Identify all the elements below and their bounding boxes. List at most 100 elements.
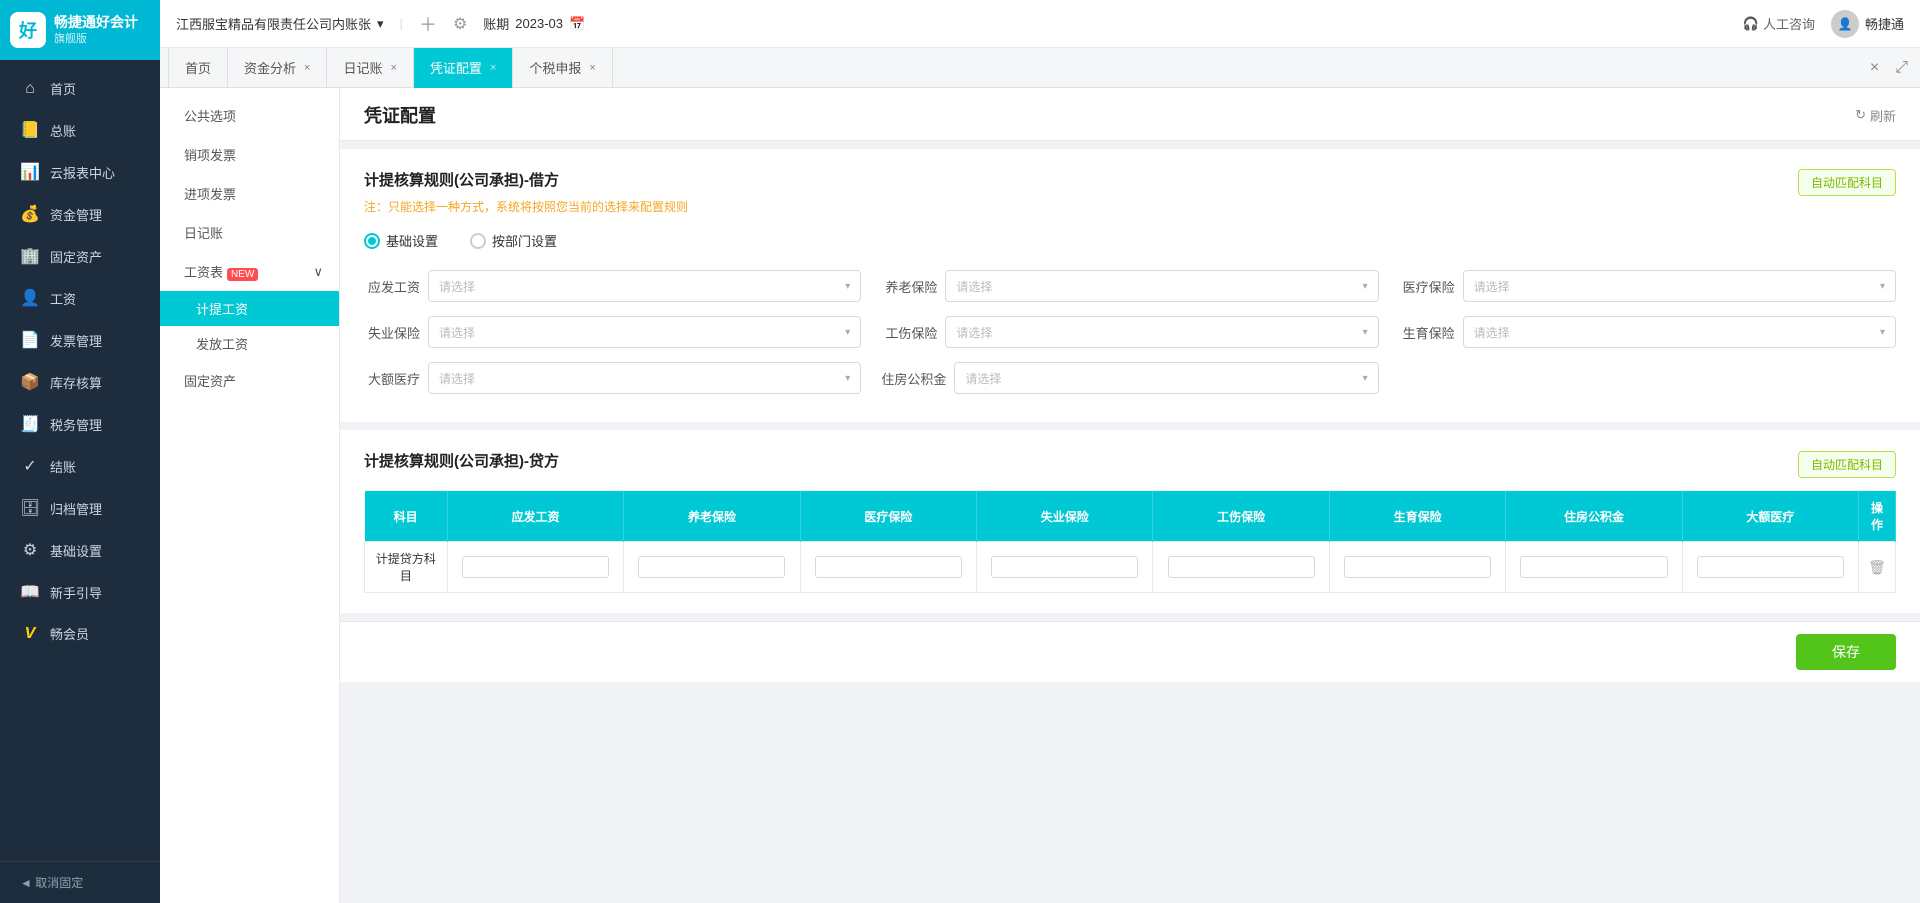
unpin-button[interactable]: ◄ 取消固定 [0,861,160,903]
cell-sybx[interactable] [977,542,1153,593]
sidebar-item-archive[interactable]: 🗄 归档管理 [0,487,160,529]
tab-funds-close[interactable]: × [304,62,310,74]
tab-voucher-close[interactable]: × [490,62,496,74]
debit-title-block: 计提核算规则(公司承担)-借方 注：只能选择一种方式，系统将按照您当前的选择来配… [364,169,688,231]
leftnav-public[interactable]: 公共选项 [160,96,339,135]
label-sybx: 失业保险 [364,323,420,342]
leftnav-purchase-invoice[interactable]: 进项发票 [160,174,339,213]
close-period-icon: ✓ [20,456,40,476]
field-ylbx: 养老保险 请选择 ▾ [881,270,1378,302]
label-ylbx2: 医疗保险 [1399,277,1455,296]
input-zfgjj[interactable] [1520,556,1667,578]
leftnav-salary-table-group[interactable]: 工资表NEW ∨ [160,252,339,291]
col-dely: 大额医疗 [1682,491,1858,542]
radio-dept-setup[interactable]: 按部门设置 [470,231,557,250]
sidebar-item-assets[interactable]: 🏢 固定资产 [0,235,160,277]
leftnav-sales-invoice[interactable]: 销项发票 [160,135,339,174]
service-label: 人工咨询 [1763,14,1815,33]
expand-icon[interactable]: ⤢ [1891,59,1912,77]
tab-funds-analysis[interactable]: 资金分析 × [228,48,327,88]
cell-dely[interactable] [1682,542,1858,593]
sidebar-label-guide: 新手引导 [50,583,102,602]
company-selector[interactable]: 江西服宝精品有限责任公司内账张 ▾ [176,14,384,33]
sidebar-item-funds[interactable]: 💰 资金管理 [0,193,160,235]
tab-actions: × ⤢ [1866,59,1912,77]
input-sybx[interactable] [991,556,1138,578]
cell-sybx2[interactable] [1329,542,1505,593]
save-button[interactable]: 保存 [1796,634,1896,670]
radio-basic-setup[interactable]: 基础设置 [364,231,438,250]
radio-basic-circle [364,233,380,249]
auto-match-credit-button[interactable]: 自动匹配科目 [1798,451,1896,478]
salary-table-chevron-icon: ∨ [313,264,323,280]
col-zfgjj: 住房公积金 [1506,491,1682,542]
col-ylbx: 养老保险 [624,491,800,542]
select-yfgz-placeholder: 请选择 [439,278,475,295]
leftnav-pay-salary[interactable]: 发放工资 [160,326,339,361]
input-ylbx[interactable] [638,556,785,578]
delete-row-icon[interactable]: 🗑 [1868,559,1886,575]
sidebar-item-salary[interactable]: 👤 工资 [0,277,160,319]
input-gsbx[interactable] [1168,556,1315,578]
input-yfgz[interactable] [462,556,609,578]
cell-zfgjj[interactable] [1506,542,1682,593]
assets-icon: 🏢 [20,246,40,266]
col-yfgz: 应发工资 [447,491,623,542]
cell-gsbx[interactable] [1153,542,1329,593]
sidebar-label-member: 畅会员 [50,624,89,643]
auto-match-debit-button[interactable]: 自动匹配科目 [1798,169,1896,196]
input-ylbx2[interactable] [815,556,962,578]
debit-section-title: 计提核算规则(公司承担)-借方 [364,169,688,190]
tab-home[interactable]: 首页 [168,48,228,88]
period-label: 账期 [483,14,509,33]
tab-tax-close[interactable]: × [589,62,595,74]
add-company-button[interactable]: ＋ [419,11,437,37]
tabbar: 首页 资金分析 × 日记账 × 凭证配置 × 个税申报 × × ⤢ [160,48,1920,88]
select-dely[interactable]: 请选择 ▾ [428,362,861,394]
col-ylbx2: 医疗保险 [800,491,976,542]
select-sybx[interactable]: 请选择 ▾ [428,316,861,348]
avatar: 👤 [1831,10,1859,38]
cell-delete[interactable]: 🗑 [1859,542,1896,593]
user-menu[interactable]: 👤 畅捷通 [1831,10,1904,38]
logo-sub: 旗舰版 [54,30,138,46]
select-zfgjj[interactable]: 请选择 ▾ [954,362,1378,394]
sidebar-item-ledger[interactable]: 📒 总账 [0,109,160,151]
leftnav-calc-salary[interactable]: 计提工资 [160,291,339,326]
sidebar-item-home[interactable]: ⌂ 首页 [0,68,160,109]
service-button[interactable]: 🎧 人工咨询 [1743,14,1815,33]
sidebar-item-close[interactable]: ✓ 结账 [0,445,160,487]
tab-tax-report[interactable]: 个税申报 × [513,48,612,88]
calendar-icon[interactable]: 📅 [569,16,585,32]
cell-ylbx[interactable] [624,542,800,593]
sidebar-item-member[interactable]: V 畅会员 [0,613,160,654]
select-ylbx2[interactable]: 请选择 ▾ [1463,270,1896,302]
close-all-tabs-icon[interactable]: × [1866,59,1883,77]
tab-journal-close[interactable]: × [390,62,396,74]
refresh-button[interactable]: ↻ 刷新 [1855,106,1896,125]
tab-voucher-label: 凭证配置 [430,58,482,77]
table-header-row: 科目 应发工资 养老保险 医疗保险 失业保险 工伤保险 生育保险 住房公积金 大… [365,491,1896,542]
sidebar-item-tax[interactable]: 🧾 税务管理 [0,403,160,445]
input-dely[interactable] [1697,556,1844,578]
select-sybx2[interactable]: 请选择 ▾ [1463,316,1896,348]
leftnav-journal[interactable]: 日记账 [160,213,339,252]
sidebar-item-invoice[interactable]: 📄 发票管理 [0,319,160,361]
select-gsbx[interactable]: 请选择 ▾ [945,316,1378,348]
leftnav-fixed-assets[interactable]: 固定资产 [160,361,339,400]
tab-voucher-config[interactable]: 凭证配置 × [414,48,513,88]
settings-gear-icon[interactable]: ⚙ [453,14,467,34]
debit-rules-card: 计提核算规则(公司承担)-借方 注：只能选择一种方式，系统将按照您当前的选择来配… [340,149,1920,422]
sidebar-item-inventory[interactable]: 📦 库存核算 [0,361,160,403]
tab-journal[interactable]: 日记账 × [327,48,413,88]
label-gsbx: 工伤保险 [881,323,937,342]
cell-yfgz[interactable] [447,542,623,593]
select-yfgz[interactable]: 请选择 ▾ [428,270,861,302]
cell-ylbx2[interactable] [800,542,976,593]
sidebar-item-guide[interactable]: 📖 新手引导 [0,571,160,613]
chevron-down-sybx-icon: ▾ [845,327,850,338]
sidebar-item-settings[interactable]: ⚙ 基础设置 [0,529,160,571]
sidebar-item-reports[interactable]: 📊 云报表中心 [0,151,160,193]
input-sybx2[interactable] [1344,556,1491,578]
select-ylbx[interactable]: 请选择 ▾ [945,270,1378,302]
